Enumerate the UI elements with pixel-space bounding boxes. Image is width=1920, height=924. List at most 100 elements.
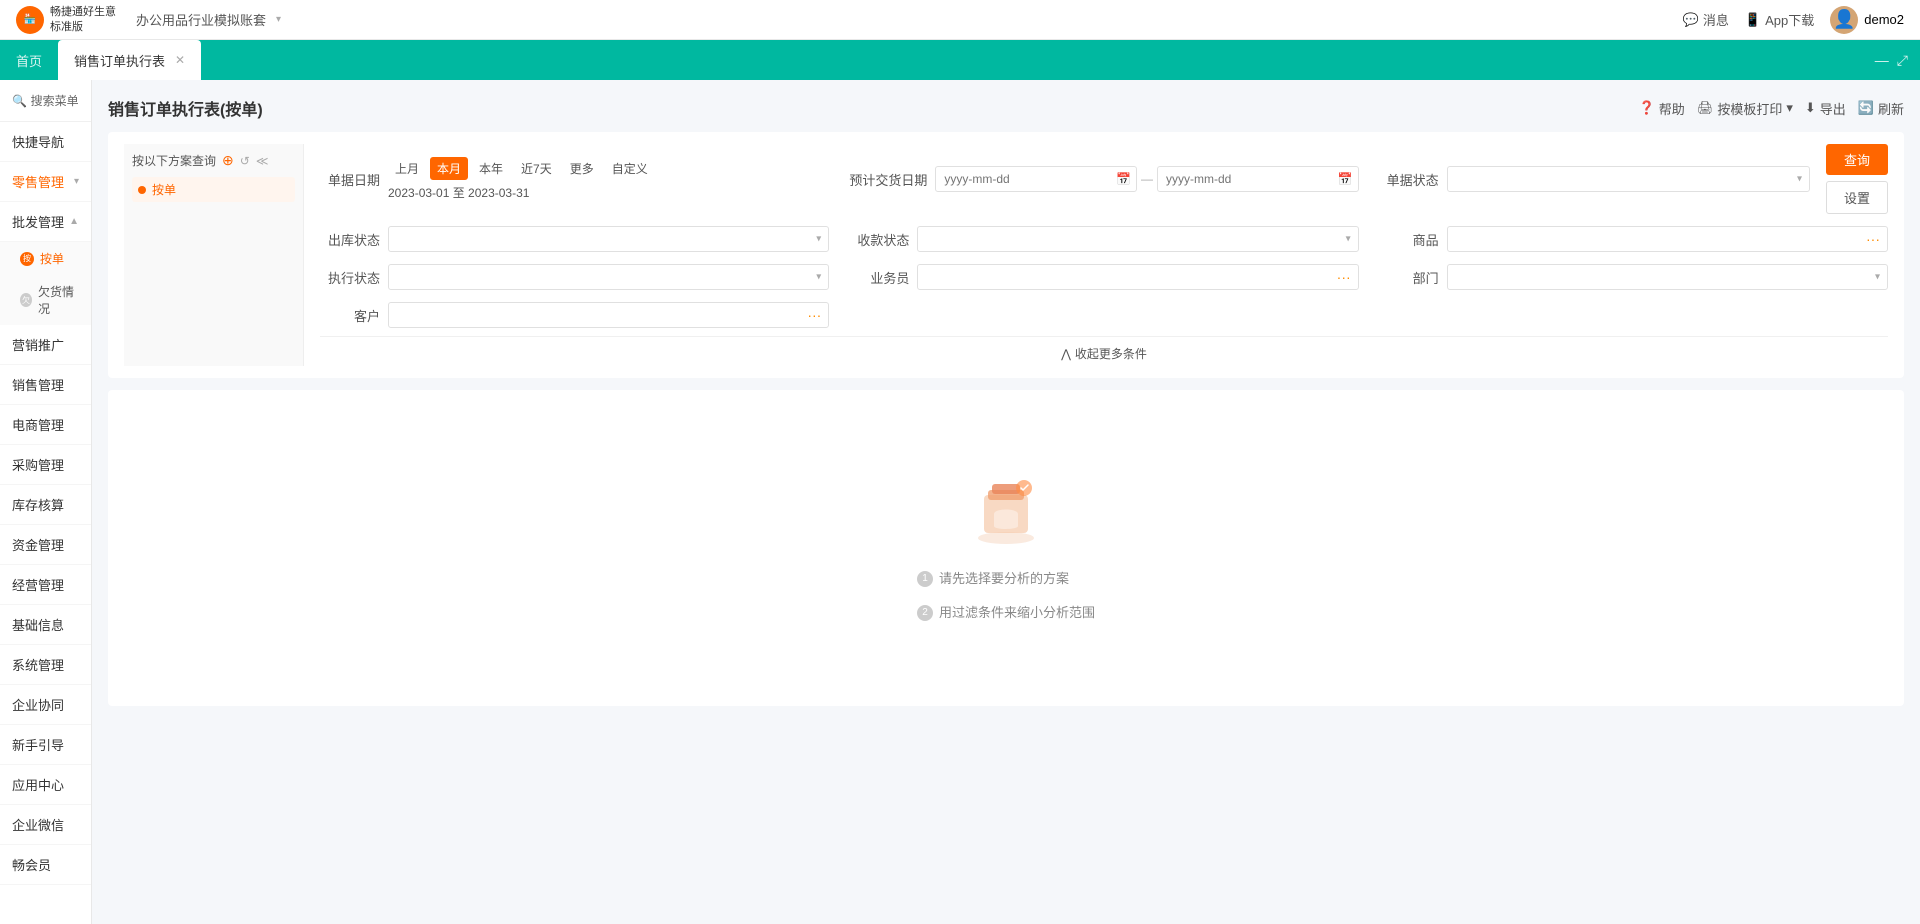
filter-salesperson-field: 业务员 ··· [849, 264, 1358, 290]
maximize-icon[interactable]: ⤢ [1897, 52, 1908, 69]
goods-input[interactable] [1447, 226, 1888, 252]
scheme-item-press-order[interactable]: 按单 [132, 177, 295, 202]
filter-exec-status-field: 执行状态 [320, 264, 829, 290]
message-action[interactable]: 💬 消息 [1683, 10, 1729, 29]
sidebar-item-retail-mgmt[interactable]: 零售管理 ▾ [0, 162, 91, 202]
sidebar-item-quick-nav[interactable]: 快捷导航 [0, 122, 91, 162]
sidebar-item-new-guide[interactable]: 新手引导 [0, 725, 91, 765]
date-sep: — [1141, 172, 1153, 186]
sidebar-sub-wholesale: 按 按单 欠 欠货情况 [0, 242, 91, 325]
sidebar-sub-item-owe-situation[interactable]: 欠 欠货情况 [0, 275, 91, 325]
template-print-button[interactable]: 🖨 按模板打印 ▾ [1697, 99, 1793, 118]
sidebar-item-member[interactable]: 畅会员 [0, 845, 91, 885]
sidebar-item-wholesale-mgmt[interactable]: 批发管理 ▲ [0, 202, 91, 242]
out-status-control [388, 226, 829, 252]
filter-customer-field: 客户 ··· [320, 302, 829, 328]
sidebar-item-ecommerce-mgmt[interactable]: 电商管理 [0, 405, 91, 445]
sidebar-item-basic-info[interactable]: 基础信息 [0, 605, 91, 645]
scheme-header: 按以下方案查询 ⊕ ↺ ≪ [132, 152, 295, 169]
expected-date-to-wrap: 📅 [1157, 166, 1359, 192]
sidebar-item-system-mgmt[interactable]: 系统管理 [0, 645, 91, 685]
department-label: 部门 [1379, 268, 1439, 287]
minimize-icon[interactable]: — [1875, 52, 1889, 68]
filter-actions: ⋀ 收起更多条件 [320, 336, 1888, 366]
logo-icon: 🏪 [16, 6, 44, 34]
status-control [1447, 166, 1810, 192]
cal-from-icon: 📅 [1116, 172, 1131, 186]
refresh-button[interactable]: 🔄 刷新 [1858, 99, 1904, 118]
salesperson-input[interactable] [917, 264, 1358, 290]
print-arrow-icon: ▾ [1786, 100, 1793, 116]
sidebar-item-marketing[interactable]: 营销推广 [0, 325, 91, 365]
print-icon: 🖨 [1697, 100, 1714, 116]
search-button[interactable]: 查询 [1826, 144, 1888, 175]
scheme-refresh-icon[interactable]: ↺ [240, 154, 250, 168]
user-name: demo2 [1864, 12, 1904, 27]
filter-row-2: 出库状态 收款状态 [320, 226, 1888, 252]
app-download-action[interactable]: 📱 App下载 [1745, 10, 1814, 29]
sidebar-item-app-center[interactable]: 应用中心 [0, 765, 91, 805]
topbar-left: 🏪 畅捷通好生意 标准版 办公用品行业模拟账套 ▾ [16, 5, 281, 34]
filter-row-4: 客户 ··· [320, 302, 1888, 328]
out-status-select[interactable] [388, 226, 829, 252]
sidebar-item-enterprise-wechat[interactable]: 企业微信 [0, 805, 91, 845]
collapse-icon: ⋀ [1061, 347, 1071, 361]
date-control: 上月 本月 本年 近7天 更多 自定义 2023-03-01 至 2023-03… [388, 157, 829, 201]
nav-tabs: 首页 销售订单执行表 ✕ — ⤢ [0, 40, 1920, 80]
date-last-7days-btn[interactable]: 近7天 [514, 157, 559, 180]
help-button[interactable]: ❓ 帮助 [1639, 99, 1685, 118]
exec-status-select[interactable] [388, 264, 829, 290]
export-button[interactable]: ⬇ 导出 [1805, 99, 1846, 118]
content-area: 销售订单执行表(按单) ❓ 帮助 🖨 按模板打印 ▾ ⬇ 导出 🔄 刷新 [92, 80, 1920, 924]
collapse-more-btn[interactable]: ⋀ 收起更多条件 [1061, 345, 1147, 362]
date-this-year-btn[interactable]: 本年 [472, 157, 510, 180]
sidebar-item-inventory-check[interactable]: 库存核算 [0, 485, 91, 525]
sidebar-search-button[interactable]: 🔍 搜索菜单 [8, 88, 83, 113]
page-header: 销售订单执行表(按单) ❓ 帮助 🖨 按模板打印 ▾ ⬇ 导出 🔄 刷新 [108, 96, 1904, 120]
expected-date-from-input[interactable] [935, 166, 1137, 192]
scheme-add-icon[interactable]: ⊕ [222, 152, 234, 169]
filter-panel: 按以下方案查询 ⊕ ↺ ≪ 按单 [108, 132, 1904, 378]
salesperson-ellipsis-icon[interactable]: ··· [1333, 269, 1355, 285]
workspace-arrow-icon[interactable]: ▾ [276, 14, 281, 25]
date-more-btn[interactable]: 更多 [563, 157, 601, 180]
customer-ellipsis-icon[interactable]: ··· [803, 307, 825, 323]
expected-date-label: 预计交货日期 [849, 170, 927, 189]
logo-area[interactable]: 🏪 畅捷通好生意 标准版 [16, 5, 116, 34]
scheme-collapse-icon[interactable]: ≪ [256, 154, 269, 168]
department-control [1447, 264, 1888, 290]
tab-sales-order-exec[interactable]: 销售订单执行表 ✕ [58, 40, 201, 80]
retail-expand-icon: ▾ [74, 176, 79, 187]
exec-status-label: 执行状态 [320, 268, 380, 287]
settings-button[interactable]: 设置 [1826, 181, 1888, 214]
filter-collect-status-field: 收款状态 [849, 226, 1358, 252]
tab-home[interactable]: 首页 [0, 40, 58, 80]
sidebar-item-business-mgmt[interactable]: 经营管理 [0, 565, 91, 605]
user-menu[interactable]: 👤 demo2 [1830, 6, 1904, 34]
date-range-display: 2023-03-01 至 2023-03-31 [388, 184, 829, 201]
date-last-month-btn[interactable]: 上月 [388, 157, 426, 180]
customer-input[interactable] [388, 302, 829, 328]
expected-date-to-input[interactable] [1157, 166, 1359, 192]
app-download-icon: 📱 [1745, 12, 1761, 28]
tab-close-icon[interactable]: ✕ [175, 53, 185, 67]
press-order-icon: 按 [20, 252, 34, 266]
filter-row-3: 执行状态 业务员 ··· [320, 264, 1888, 290]
collect-status-select[interactable] [917, 226, 1358, 252]
status-select[interactable] [1447, 166, 1810, 192]
filter-department-field: 部门 [1379, 264, 1888, 290]
sidebar-item-enterprise-collab[interactable]: 企业协同 [0, 685, 91, 725]
department-select[interactable] [1447, 264, 1888, 290]
date-custom-btn[interactable]: 自定义 [605, 157, 655, 180]
goods-ellipsis-icon[interactable]: ··· [1862, 231, 1884, 247]
sidebar-item-purchase-mgmt[interactable]: 采购管理 [0, 445, 91, 485]
date-this-month-btn[interactable]: 本月 [430, 157, 468, 180]
user-avatar: 👤 [1830, 6, 1858, 34]
tip-num-2: 2 [917, 605, 933, 621]
sidebar-search-area[interactable]: 🔍 搜索菜单 [0, 80, 91, 122]
sidebar-item-sales-mgmt[interactable]: 销售管理 [0, 365, 91, 405]
sidebar-sub-item-press-order[interactable]: 按 按单 [0, 242, 91, 275]
filter-status-field: 单据状态 查询 设置 [1379, 144, 1888, 214]
sidebar-item-fund-mgmt[interactable]: 资金管理 [0, 525, 91, 565]
logo-text: 畅捷通好生意 标准版 [50, 5, 116, 34]
